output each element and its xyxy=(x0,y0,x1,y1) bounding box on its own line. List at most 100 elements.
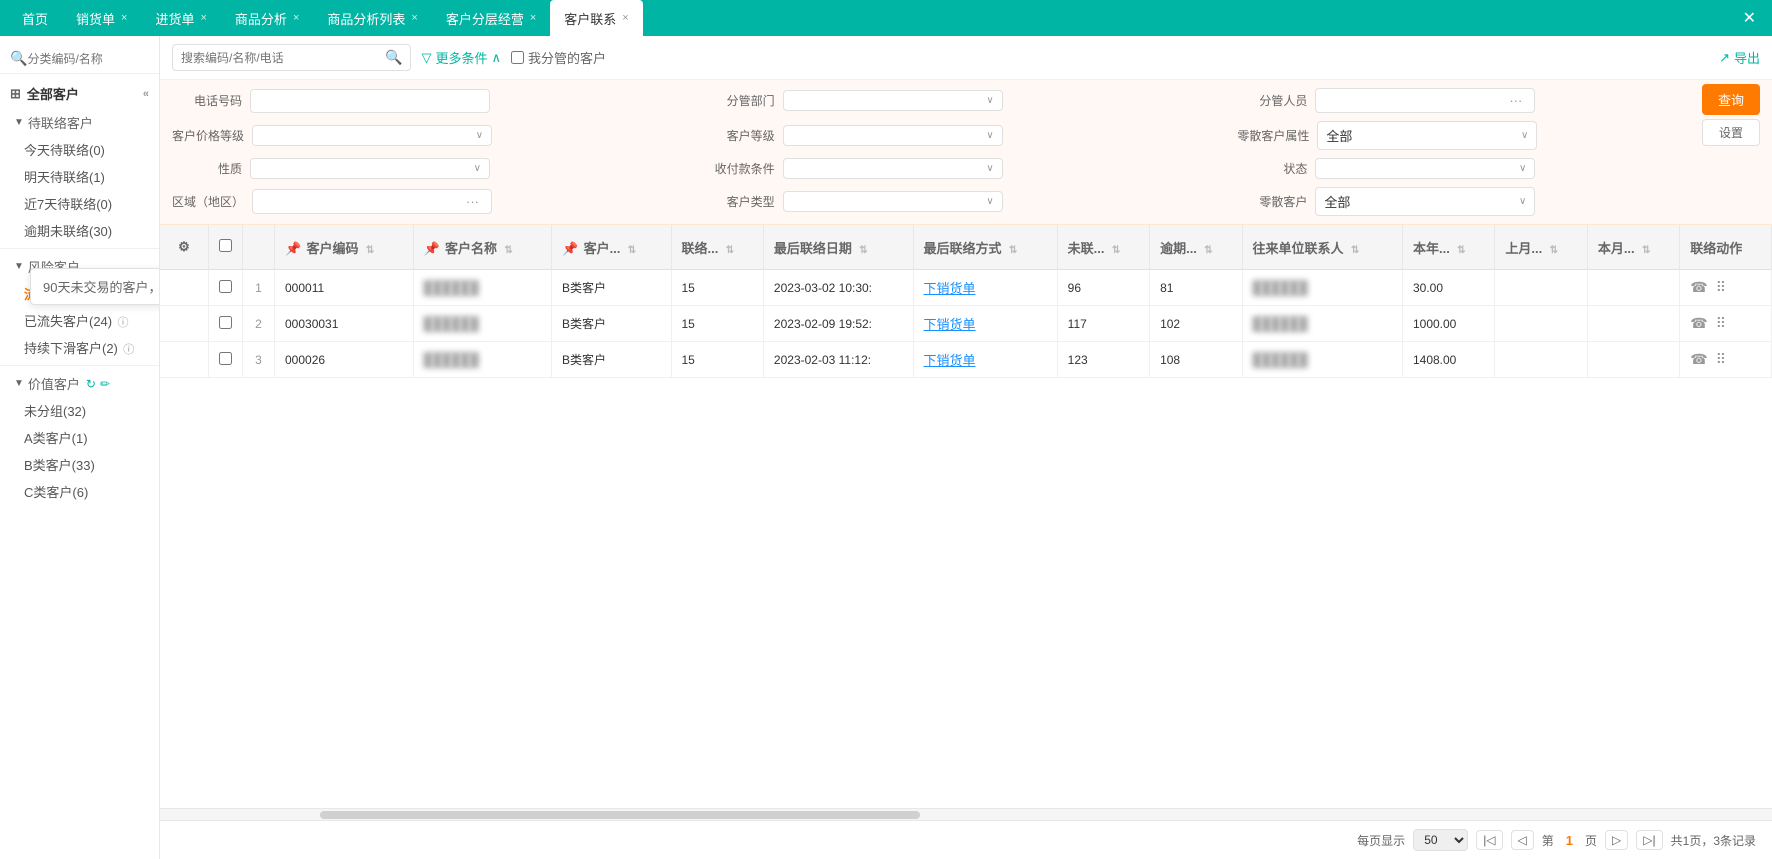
phone-input[interactable] xyxy=(250,89,490,113)
contact-col-header[interactable]: 联络... ⇅ xyxy=(671,225,763,270)
last-contact-method-col-header[interactable]: 最后联络方式 ⇅ xyxy=(913,225,1057,270)
prev-page-btn[interactable]: ◁ xyxy=(1511,830,1534,850)
filter-more-btn[interactable]: ▽ 更多条件 ∧ xyxy=(421,48,501,67)
row-checkbox-0[interactable] xyxy=(219,280,232,293)
last-contact-method-link[interactable]: 下销货单 xyxy=(924,317,976,332)
manager-select[interactable]: ··· xyxy=(1315,88,1535,113)
sidebar-item-c-class[interactable]: C类客户(6) xyxy=(0,478,159,505)
sidebar-all-customers[interactable]: ⊞ 全部客户 « xyxy=(0,78,159,109)
next-page-btn[interactable]: ▷ xyxy=(1605,830,1628,850)
last-contact-method-cell[interactable]: 下销货单 xyxy=(913,270,1057,306)
type-sort-icon[interactable]: ⇅ xyxy=(628,245,636,256)
value-edit-icon[interactable]: ✏ xyxy=(100,377,110,391)
query-button[interactable]: 查询 xyxy=(1702,84,1760,115)
contact-action-icon[interactable]: ☎ xyxy=(1690,279,1707,296)
tab-product-analysis-close[interactable]: × xyxy=(293,12,299,24)
region-dots[interactable]: ··· xyxy=(462,194,483,209)
region-select[interactable]: ··· xyxy=(252,189,492,214)
tab-customer-tier[interactable]: 客户分层经营 × xyxy=(432,0,550,36)
tm-sort-icon[interactable]: ⇅ xyxy=(1642,245,1650,256)
zero-customer-select[interactable]: 全部 ∨ xyxy=(1315,187,1535,216)
sidebar-item-unclassified[interactable]: 未分组(32) xyxy=(0,397,159,424)
sidebar-item-declining[interactable]: 持续下滑客户(2) ⓘ xyxy=(0,334,159,361)
sidebar-item-tomorrow[interactable]: 明天待联络(1) xyxy=(0,163,159,190)
last-contact-method-link[interactable]: 下销货单 xyxy=(924,281,976,296)
lm-sort-icon[interactable]: ⇅ xyxy=(1550,245,1558,256)
tab-product-analysis-list-close[interactable]: × xyxy=(411,12,417,24)
dept-select[interactable]: ∨ xyxy=(783,90,1003,111)
tab-customer-contact[interactable]: 客户联系 × xyxy=(550,0,642,36)
customer-grade-select[interactable]: ∨ xyxy=(783,125,1003,146)
sidebar-item-7days[interactable]: 近7天待联络(0) xyxy=(0,190,159,217)
row-checkbox-1[interactable] xyxy=(219,316,232,329)
tab-product-analysis-list[interactable]: 商品分析列表 × xyxy=(313,0,431,36)
uc-sort-icon[interactable]: ⇅ xyxy=(1112,245,1120,256)
type-col-header[interactable]: 📌 客户... ⇅ xyxy=(552,225,671,270)
settings-col-header[interactable]: ⚙ xyxy=(160,225,209,270)
checkbox-cell[interactable] xyxy=(209,306,243,342)
tab-customer-contact-close[interactable]: × xyxy=(622,12,628,24)
select-all-checkbox[interactable] xyxy=(219,239,232,252)
tab-product-analysis[interactable]: 商品分析 × xyxy=(221,0,313,36)
last-contact-method-cell[interactable]: 下销货单 xyxy=(913,342,1057,378)
more-action-icon[interactable]: ⠿ xyxy=(1716,315,1726,332)
table-settings-icon[interactable]: ⚙ xyxy=(170,233,198,261)
contact-action-icon[interactable]: ☎ xyxy=(1690,351,1707,368)
uncontacted-col-header[interactable]: 未联... ⇅ xyxy=(1057,225,1149,270)
code-col-header[interactable]: 📌 客户编码 ⇅ xyxy=(275,225,414,270)
checkbox-col-header[interactable] xyxy=(209,225,243,270)
last-contact-date-col-header[interactable]: 最后联络日期 ⇅ xyxy=(763,225,913,270)
tab-purchase-order[interactable]: 进货单 × xyxy=(141,0,220,36)
sidebar-item-churned[interactable]: 已流失客户(24) ⓘ xyxy=(0,307,159,334)
payment-terms-select[interactable]: ∨ xyxy=(783,158,1003,179)
tab-purchase-order-close[interactable]: × xyxy=(200,12,206,24)
pc-sort-icon[interactable]: ⇅ xyxy=(1351,245,1359,256)
tab-home[interactable]: 首页 xyxy=(8,0,62,36)
scrollbar-thumb[interactable] xyxy=(320,811,920,819)
export-btn[interactable]: ↗ 导出 xyxy=(1719,48,1760,67)
partner-contact-col-header[interactable]: 往来单位联系人 ⇅ xyxy=(1242,225,1402,270)
tab-sales-order[interactable]: 销货单 × xyxy=(62,0,141,36)
sidebar-group-value[interactable]: ▼ 价值客户 ↻ ✏ xyxy=(0,370,159,397)
horizontal-scrollbar[interactable] xyxy=(160,808,1772,820)
od-sort-icon[interactable]: ⇅ xyxy=(1204,245,1212,256)
checkbox-cell[interactable] xyxy=(209,342,243,378)
more-action-icon[interactable]: ⠿ xyxy=(1716,351,1726,368)
customer-price-grade-select[interactable]: ∨ xyxy=(252,125,492,146)
ty-sort-icon[interactable]: ⇅ xyxy=(1457,245,1465,256)
overdue-col-header[interactable]: 逾期... ⇅ xyxy=(1150,225,1242,270)
filter-search-input[interactable] xyxy=(181,51,381,65)
checkbox-cell[interactable] xyxy=(209,270,243,306)
sidebar-item-b-class[interactable]: B类客户(33) xyxy=(0,451,159,478)
tab-sales-order-close[interactable]: × xyxy=(121,12,127,24)
first-page-btn[interactable]: |◁ xyxy=(1476,830,1502,850)
row-checkbox-2[interactable] xyxy=(219,352,232,365)
contact-sort-icon[interactable]: ⇅ xyxy=(726,245,734,256)
gender-select[interactable]: ∨ xyxy=(250,158,490,179)
last-month-col-header[interactable]: 上月... ⇅ xyxy=(1495,225,1587,270)
zero-customer-attr-select[interactable]: 全部 ∨ xyxy=(1317,121,1537,150)
last-page-btn[interactable]: ▷| xyxy=(1636,830,1662,850)
more-action-icon[interactable]: ⠿ xyxy=(1716,279,1726,296)
sidebar-group-pending[interactable]: ▼ 待联络客户 xyxy=(0,109,159,136)
sidebar-item-a-class[interactable]: A类客户(1) xyxy=(0,424,159,451)
value-refresh-icon[interactable]: ↻ xyxy=(86,377,96,391)
sidebar-item-overdue[interactable]: 逾期未联络(30) xyxy=(0,217,159,244)
manager-dots[interactable]: ··· xyxy=(1505,93,1526,108)
name-col-header[interactable]: 📌 客户名称 ⇅ xyxy=(413,225,552,270)
status-select[interactable]: ∨ xyxy=(1315,158,1535,179)
per-page-select[interactable]: 50 100 xyxy=(1413,829,1468,851)
last-contact-method-link[interactable]: 下销货单 xyxy=(924,353,976,368)
sidebar-search-input[interactable] xyxy=(27,52,160,66)
this-month-col-header[interactable]: 本月... ⇅ xyxy=(1587,225,1679,270)
my-customers-checkbox[interactable]: 我分管的客户 xyxy=(511,48,606,67)
tab-customer-tier-close[interactable]: × xyxy=(530,12,536,24)
this-year-col-header[interactable]: 本年... ⇅ xyxy=(1402,225,1494,270)
contact-action-icon[interactable]: ☎ xyxy=(1690,315,1707,332)
sidebar-item-today[interactable]: 今天待联络(0) xyxy=(0,136,159,163)
last-contact-method-cell[interactable]: 下销货单 xyxy=(913,306,1057,342)
name-sort-icon[interactable]: ⇅ xyxy=(504,245,512,256)
filter-search-icon[interactable]: 🔍 xyxy=(385,49,402,66)
code-sort-icon[interactable]: ⇅ xyxy=(366,245,374,256)
my-customers-check[interactable] xyxy=(511,51,524,64)
